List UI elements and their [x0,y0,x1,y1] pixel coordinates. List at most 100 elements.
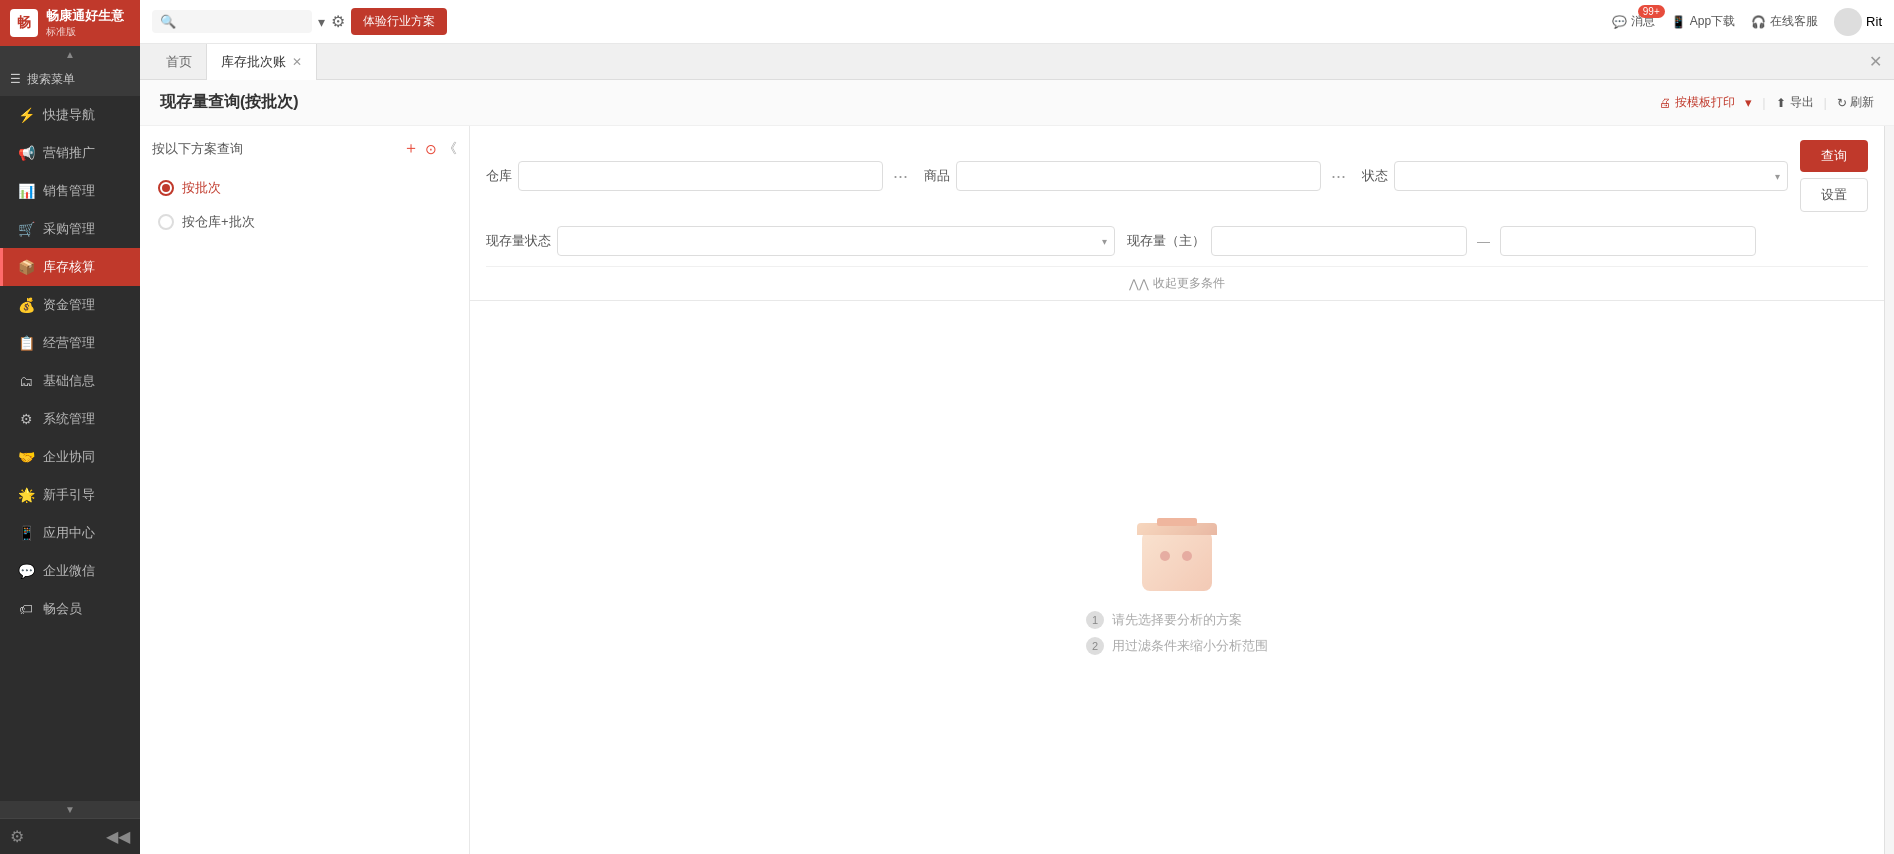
avatar [1834,8,1862,36]
stock-qty-label: 现存量（主） [1127,232,1205,250]
filter-option-label: 按批次 [182,179,221,197]
warehouse-dots-btn[interactable]: ··· [889,166,912,187]
content-area: 现存量查询(按批次) 🖨 按模板打印 ▾ | ⬆ 导出 | ↻ 刷新 [140,80,1894,854]
sidebar-item-member[interactable]: 🏷 畅会员 [0,590,140,628]
tip-num-1: 1 [1086,611,1104,629]
user-name: Rit [1866,14,1882,29]
query-btn[interactable]: 查询 [1800,140,1868,172]
filter-option-by-warehouse-batch[interactable]: 按仓库+批次 [152,205,457,239]
app-download-label: App下载 [1690,13,1735,30]
content-header: 现存量查询(按批次) 🖨 按模板打印 ▾ | ⬆ 导出 | ↻ 刷新 [140,80,1894,126]
sidebar-item-label: 企业协同 [43,448,95,466]
sidebar-item-label: 快捷导航 [43,106,95,124]
close-panel-btn[interactable]: ✕ [1869,52,1882,71]
sidebar-item-label: 畅会员 [43,600,82,618]
sidebar-item-app-center[interactable]: 📱 应用中心 [0,514,140,552]
sidebar-item-newbie[interactable]: 🌟 新手引导 [0,476,140,514]
refresh-btn[interactable]: ↻ 刷新 [1837,94,1874,111]
tab-inventory-batch-label: 库存批次账 [221,53,286,71]
print-dropdown-icon[interactable]: ▾ [1745,95,1752,110]
sidebar-item-label: 应用中心 [43,524,95,542]
filter-sidebar-header: 按以下方案查询 ＋ ⊙ 《 [152,138,457,159]
sidebar-scroll-down[interactable]: ▼ [0,801,140,818]
content-body: 按以下方案查询 ＋ ⊙ 《 按批次 [140,126,1894,854]
export-btn[interactable]: ⬆ 导出 [1776,94,1814,111]
product-label: 商品 [924,167,950,185]
sidebar-item-enterprise[interactable]: 🤝 企业协同 [0,438,140,476]
topbar-gear-icon[interactable]: ⚙ [331,12,345,31]
sidebar-search-label: 搜索菜单 [27,71,75,88]
export-icon: ⬆ [1776,96,1786,110]
tip-text-1: 请先选择要分析的方案 [1112,611,1242,629]
stock-status-select[interactable]: 全部 有库存 无库存 [557,226,1115,256]
search-icon: ☰ [10,72,21,86]
add-filter-btn[interactable]: ＋ [403,138,419,159]
warehouse-label: 仓库 [486,167,512,185]
app-logo: 畅 [10,9,38,37]
filter-option-by-batch[interactable]: 按批次 [152,171,457,205]
topbar-search-icon: 🔍 [160,14,176,29]
stock-qty-to[interactable] [1500,226,1756,256]
customer-service-action[interactable]: 🎧 在线客服 [1751,13,1818,30]
sidebar-item-finance[interactable]: 💰 资金管理 [0,286,140,324]
topbar-search-input[interactable] [182,15,262,29]
tip-num-2: 2 [1086,637,1104,655]
product-input[interactable] [956,161,1321,191]
stock-qty-from[interactable] [1211,226,1467,256]
main-area: 🔍 ▾ ⚙ 体验行业方案 💬 消息 99+ 📱 App下载 🎧 在线客服 [140,0,1894,854]
tab-home[interactable]: 首页 [152,44,207,80]
topbar-dropdown-icon[interactable]: ▾ [318,14,325,30]
app-center-icon: 📱 [17,524,35,542]
sidebar-item-label: 库存核算 [43,258,95,276]
tab-close-icon[interactable]: ✕ [292,55,302,69]
trial-btn[interactable]: 体验行业方案 [351,8,447,35]
sidebar-item-purchase[interactable]: 🛒 采购管理 [0,210,140,248]
sidebar-item-marketing[interactable]: 📢 营销推广 [0,134,140,172]
settings-btn[interactable]: 设置 [1800,178,1868,212]
filter-radio-warehouse-batch [158,214,174,230]
status-select[interactable]: 全部 正常 停用 [1394,161,1788,191]
content-actions: 🖨 按模板打印 ▾ | ⬆ 导出 | ↻ 刷新 [1659,94,1874,111]
sidebar-item-quick-nav[interactable]: ⚡ 快捷导航 [0,96,140,134]
message-action[interactable]: 💬 消息 99+ [1612,13,1655,30]
sidebar-item-operation[interactable]: 📋 经营管理 [0,324,140,362]
sidebar-bottom: ⚙ ◀◀ [0,818,140,854]
phone-icon: 📱 [1671,15,1686,29]
sidebar-item-label: 系统管理 [43,410,95,428]
sidebar-item-system[interactable]: ⚙ 系统管理 [0,400,140,438]
print-template-btn[interactable]: 🖨 按模板打印 [1659,94,1735,111]
sidebar-scroll-up[interactable]: ▲ [0,46,140,63]
tab-inventory-batch[interactable]: 库存批次账 ✕ [207,44,317,80]
operation-icon: 📋 [17,334,35,352]
collapse-more-btn[interactable]: ⋀⋀ 收起更多条件 [486,266,1868,300]
app-download-action[interactable]: 📱 App下载 [1671,13,1735,30]
sidebar-item-label: 经营管理 [43,334,95,352]
topbar: 🔍 ▾ ⚙ 体验行业方案 💬 消息 99+ 📱 App下载 🎧 在线客服 [140,0,1894,44]
divider: | [1762,95,1765,110]
topbar-search-box[interactable]: 🔍 [152,10,312,33]
empty-state: 1 请先选择要分析的方案 2 用过滤条件来缩小分析范围 [470,301,1884,854]
range-dash: — [1473,234,1494,249]
sidebar-item-sales[interactable]: 📊 销售管理 [0,172,140,210]
sidebar-item-inventory[interactable]: 📦 库存核算 [0,248,140,286]
sidebar: 畅 畅康通好生意 标准版 ▲ ☰ 搜索菜单 ⚡ 快捷导航 📢 营销推广 📊 销售… [0,0,140,854]
filter-sidebar-title: 按以下方案查询 [152,140,243,158]
collapse-sidebar-icon[interactable]: ◀◀ [106,827,130,846]
warehouse-input[interactable] [518,161,883,191]
app-title: 畅康通好生意 标准版 [46,8,124,38]
tab-bar: 首页 库存批次账 ✕ ✕ [140,44,1894,80]
product-dots-btn[interactable]: ··· [1327,166,1350,187]
filter-collapse-icon[interactable]: 《 [443,140,457,158]
sidebar-item-label: 采购管理 [43,220,95,238]
sidebar-item-wechat[interactable]: 💬 企业微信 [0,552,140,590]
filter-settings-icon[interactable]: ⊙ [425,141,437,157]
sidebar-search[interactable]: ☰ 搜索菜单 [0,63,140,96]
sidebar-item-label: 企业微信 [43,562,95,580]
message-icon: 💬 [1612,15,1627,29]
sidebar-nav: ⚡ 快捷导航 📢 营销推广 📊 销售管理 🛒 采购管理 📦 库存核算 💰 资金管… [0,96,140,801]
refresh-icon: ↻ [1837,96,1847,110]
user-menu[interactable]: Rit [1834,8,1882,36]
sidebar-item-basic[interactable]: 🗂 基础信息 [0,362,140,400]
settings-icon[interactable]: ⚙ [10,827,24,846]
filter-and-table: 按以下方案查询 ＋ ⊙ 《 按批次 [140,126,1894,854]
